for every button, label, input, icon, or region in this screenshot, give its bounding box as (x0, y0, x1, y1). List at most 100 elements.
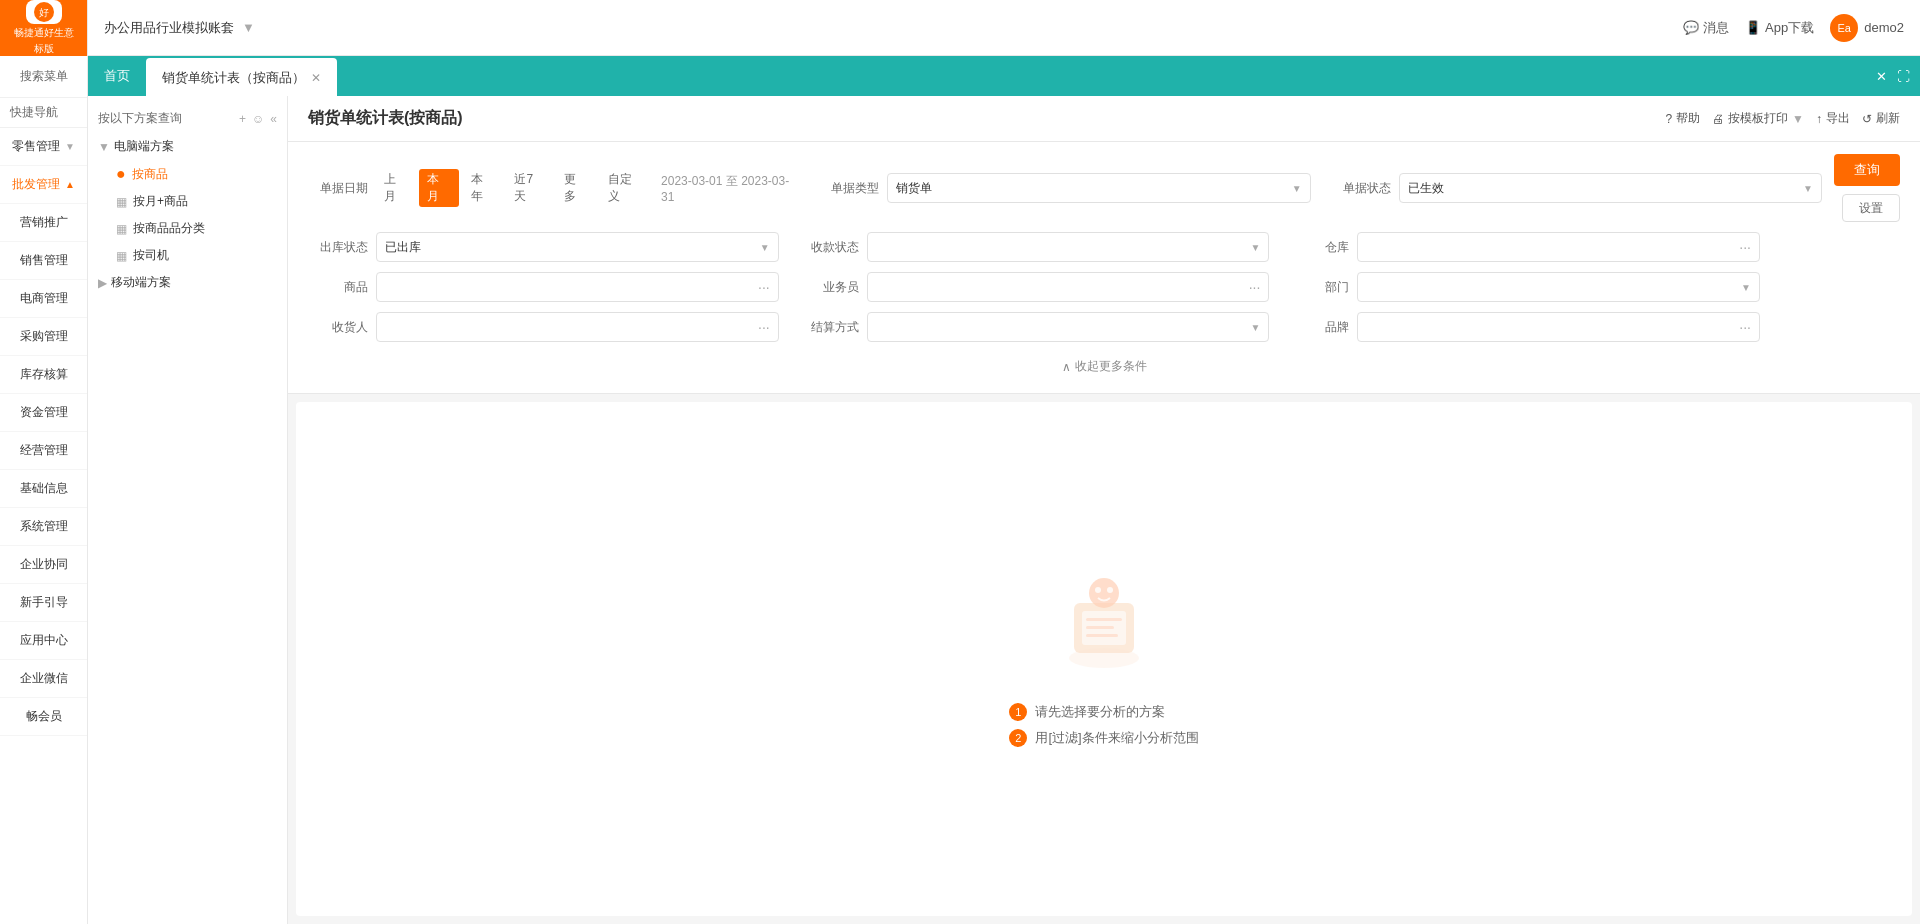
export-button[interactable]: ↑ 导出 (1816, 110, 1850, 127)
set-button[interactable]: 设置 (1842, 194, 1900, 222)
quick-nav-label[interactable]: 快捷导航 (0, 98, 87, 128)
sidebar-item-system[interactable]: 系统管理 (0, 508, 87, 546)
app-name: 畅捷通好生意 (14, 26, 74, 40)
product-dots-icon[interactable]: ··· (758, 279, 770, 295)
grid-icon: ▦ (116, 249, 127, 263)
warehouse-control[interactable]: ··· (1357, 232, 1760, 262)
receiver-dots-icon[interactable]: ··· (758, 319, 770, 335)
sidebar-item-sales[interactable]: 销售管理 (0, 242, 87, 280)
product-filter: 商品 ··· (308, 272, 779, 302)
tree-group-pc[interactable]: ▼ 电脑端方案 (88, 133, 287, 160)
tab-report[interactable]: 销货单统计表（按商品） ✕ (146, 58, 337, 98)
sidebar-item-basic[interactable]: 基础信息 (0, 470, 87, 508)
date-tab-last-month[interactable]: 上月 (376, 169, 415, 207)
date-tab-7days[interactable]: 近7天 (506, 169, 552, 207)
tree-item-by-category[interactable]: ▦ 按商品品分类 (100, 215, 287, 242)
sidebar-item-inventory[interactable]: 库存核算 (0, 356, 87, 394)
topbar-right: 💬 消息 📱 App下载 Ea demo2 (1683, 14, 1904, 42)
sidebar-item-appstore[interactable]: 应用中心 (0, 622, 87, 660)
sidebar-item-operations[interactable]: 经营管理 (0, 432, 87, 470)
salesman-control[interactable]: ··· (867, 272, 1270, 302)
sidebar-item-enterprise[interactable]: 企业协同 (0, 546, 87, 584)
print-button[interactable]: 🖨 按模板打印 ▼ (1712, 110, 1804, 127)
window-close-button[interactable]: ✕ (1876, 69, 1887, 84)
sidebar-item-label: 基础信息 (20, 480, 68, 497)
sidebar-item-ecommerce[interactable]: 电商管理 (0, 280, 87, 318)
message-button[interactable]: 💬 消息 (1683, 19, 1729, 37)
collapse-up-icon: ∧ (1062, 360, 1071, 374)
refresh-button[interactable]: ↺ 刷新 (1862, 110, 1900, 127)
empty-steps: 1 请先选择要分析的方案 2 用[过滤]条件来缩小分析范围 (1009, 703, 1198, 755)
empty-step-1: 1 请先选择要分析的方案 (1009, 703, 1198, 721)
brand-control[interactable]: ··· (1357, 312, 1760, 342)
collect-status-dropdown-icon: ▼ (1250, 242, 1260, 253)
step-1-text: 请先选择要分析的方案 (1035, 703, 1165, 721)
sidebar-item-finance[interactable]: 资金管理 (0, 394, 87, 432)
collapse-panel-button[interactable]: « (270, 112, 277, 126)
sidebar-item-label: 系统管理 (20, 518, 68, 535)
out-status-control[interactable]: 已出库 ▼ (376, 232, 779, 262)
date-tab-custom[interactable]: 自定义 (600, 169, 651, 207)
chevron-icon: ▼ (65, 141, 75, 152)
add-scheme-button[interactable]: + (239, 112, 246, 126)
tree-item-by-month-product[interactable]: ▦ 按月+商品 (100, 188, 287, 215)
brand-label: 品牌 (1289, 319, 1349, 336)
sidebar-item-wholesale[interactable]: 批发管理 ▲ (0, 166, 87, 204)
window-maximize-button[interactable]: ⛶ (1897, 69, 1910, 84)
settlement-control[interactable]: ▼ (867, 312, 1270, 342)
salesman-dots-icon[interactable]: ··· (1249, 279, 1261, 295)
dropdown-icon[interactable]: ▼ (242, 20, 255, 35)
brand-dots-icon[interactable]: ··· (1739, 319, 1751, 335)
tab-home[interactable]: 首页 (88, 56, 146, 96)
page-actions: ? 帮助 🖨 按模板打印 ▼ ↑ 导出 ↺ 刷新 (1665, 110, 1900, 139)
sidebar-item-purchase[interactable]: 采购管理 (0, 318, 87, 356)
sidebar-item-retail[interactable]: 零售管理 ▼ (0, 128, 87, 166)
settlement-dropdown-icon: ▼ (1250, 322, 1260, 333)
receiver-control[interactable]: ··· (376, 312, 779, 342)
collect-status-control[interactable]: ▼ (867, 232, 1270, 262)
print-dropdown-icon[interactable]: ▼ (1792, 112, 1804, 126)
left-panel: 按以下方案查询 + ☺ « ▼ 电脑端方案 ● 按商品 ▦ 按月+ (88, 96, 288, 924)
date-tab-more[interactable]: 更多 (556, 169, 595, 207)
product-control[interactable]: ··· (376, 272, 779, 302)
department-control[interactable]: ▼ (1357, 272, 1760, 302)
help-button[interactable]: ? 帮助 (1665, 110, 1700, 127)
avatar: Ea (1830, 14, 1858, 42)
doc-type-control[interactable]: 销货单 ▼ (887, 173, 1310, 203)
step-1-number: 1 (1009, 703, 1027, 721)
query-button[interactable]: 查询 (1834, 154, 1900, 186)
filter-row-2: 出库状态 已出库 ▼ 收款状态 ▼ (308, 232, 1900, 262)
sidebar-item-wechat[interactable]: 企业微信 (0, 660, 87, 698)
search-menu-button[interactable]: 搜索菜单 (10, 64, 77, 89)
warehouse-dots-icon[interactable]: ··· (1739, 239, 1751, 255)
date-control[interactable]: 上月 本月 本年 近7天 更多 自定义 2023-03-01 至 2023-03… (376, 169, 799, 207)
date-tab-this-year[interactable]: 本年 (463, 169, 502, 207)
tree-group-mobile[interactable]: ▶ 移动端方案 (88, 269, 287, 296)
svg-point-7 (1107, 587, 1113, 593)
department-label: 部门 (1289, 279, 1349, 296)
tree-item-by-product[interactable]: ● 按商品 (100, 160, 287, 188)
out-status-value: 已出库 (385, 239, 421, 256)
sidebar-item-member[interactable]: 畅会员 (0, 698, 87, 736)
app-download-button[interactable]: 📱 App下载 (1745, 19, 1814, 37)
warehouse-filter: 仓库 ··· (1289, 232, 1760, 262)
date-tab-this-month[interactable]: 本月 (419, 169, 458, 207)
step-2-number: 2 (1009, 729, 1027, 747)
tree-item-label: 按商品 (132, 166, 168, 183)
edit-scheme-button[interactable]: ☺ (252, 112, 264, 126)
search-menu-area[interactable]: 搜索菜单 (0, 56, 87, 98)
user-area[interactable]: Ea demo2 (1830, 14, 1904, 42)
tree-item-by-cashier[interactable]: ▦ 按司机 (100, 242, 287, 269)
empty-state: 1 请先选择要分析的方案 2 用[过滤]条件来缩小分析范围 (296, 402, 1912, 916)
topbar: 办公用品行业模拟账套 ▼ 💬 消息 📱 App下载 Ea demo2 (88, 0, 1920, 56)
sidebar-item-guide[interactable]: 新手引导 (0, 584, 87, 622)
doc-status-control[interactable]: 已生效 ▼ (1399, 173, 1822, 203)
collapse-filters-button[interactable]: ∧ 收起更多条件 (308, 352, 1900, 381)
step-2-text: 用[过滤]条件来缩小分析范围 (1035, 729, 1198, 747)
receiver-label: 收货人 (308, 319, 368, 336)
tab-close-button[interactable]: ✕ (311, 71, 321, 85)
sidebar-item-marketing[interactable]: 营销推广 (0, 204, 87, 242)
sidebar-item-label: 销售管理 (20, 252, 68, 269)
collapse-label: 收起更多条件 (1075, 358, 1147, 375)
out-status-filter: 出库状态 已出库 ▼ (308, 232, 779, 262)
